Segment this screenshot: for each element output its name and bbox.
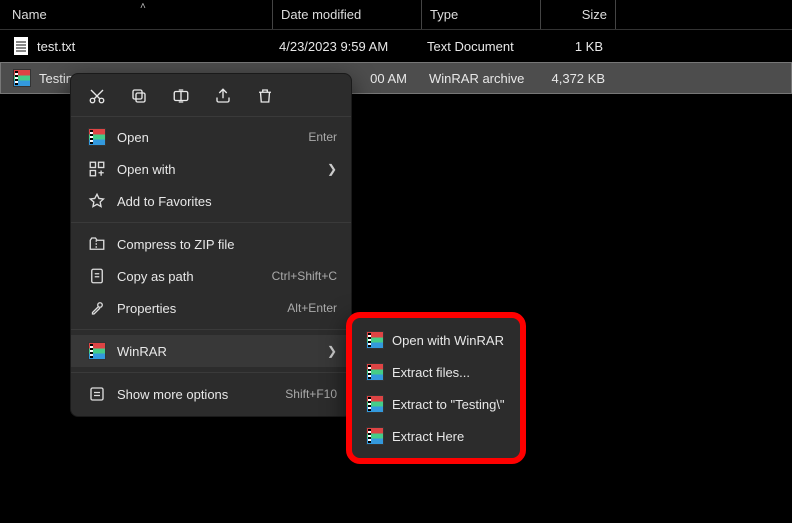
winrar-icon (88, 128, 106, 146)
menu-shortcut: Ctrl+Shift+C (272, 269, 337, 283)
menu-label: WinRAR (117, 344, 337, 359)
rename-icon[interactable] (171, 86, 191, 106)
winrar-icon (88, 342, 106, 360)
menu-shortcut: Alt+Enter (287, 301, 337, 315)
column-type[interactable]: Type (422, 3, 540, 26)
properties-icon (85, 299, 109, 317)
menu-label: Open (117, 130, 308, 145)
submenu-label: Extract to "Testing\" (392, 397, 508, 412)
winrar-icon (366, 395, 384, 413)
menu-shortcut: Enter (308, 130, 337, 144)
column-date-label: Date modified (281, 7, 361, 22)
menu-label: Add to Favorites (117, 194, 337, 209)
menu-separator (71, 329, 351, 330)
menu-item-open[interactable]: Open Enter (71, 121, 351, 153)
copy-path-icon (85, 267, 109, 285)
zip-folder-icon (85, 235, 109, 253)
chevron-right-icon: ❯ (327, 344, 337, 358)
delete-icon[interactable] (255, 86, 275, 106)
file-date: 4/23/2023 9:59 AM (271, 39, 419, 54)
menu-separator (71, 372, 351, 373)
column-name-label: Name (12, 7, 47, 22)
file-type: Text Document (419, 39, 537, 54)
column-name[interactable]: Name ˄ (0, 3, 272, 26)
star-icon (85, 192, 109, 210)
submenu-label: Extract Here (392, 429, 508, 444)
menu-item-more-options[interactable]: Show more options Shift+F10 (71, 378, 351, 410)
submenu-label: Open with WinRAR (392, 333, 508, 348)
column-size-label: Size (582, 7, 607, 22)
winrar-archive-icon (13, 69, 31, 87)
menu-item-zip[interactable]: Compress to ZIP file (71, 228, 351, 260)
action-icon-bar (71, 80, 351, 117)
winrar-icon (366, 427, 384, 445)
menu-label: Open with (117, 162, 337, 177)
winrar-icon (366, 363, 384, 381)
file-size: 1 KB (537, 39, 611, 54)
copy-icon[interactable] (129, 86, 149, 106)
text-file-icon (14, 37, 28, 55)
menu-item-properties[interactable]: Properties Alt+Enter (71, 292, 351, 324)
menu-shortcut: Shift+F10 (285, 387, 337, 401)
menu-label: Show more options (117, 387, 285, 402)
menu-label: Copy as path (117, 269, 272, 284)
winrar-submenu: Open with WinRAR Extract files... Extrac… (346, 312, 526, 464)
file-type: WinRAR archive (421, 71, 539, 86)
menu-item-winrar[interactable]: WinRAR ❯ (71, 335, 351, 367)
menu-label: Compress to ZIP file (117, 237, 337, 252)
submenu-label: Extract files... (392, 365, 508, 380)
column-header-row: Name ˄ Date modified Type Size (0, 0, 792, 30)
file-name: test.txt (37, 39, 271, 54)
cut-icon[interactable] (87, 86, 107, 106)
menu-label: Properties (117, 301, 287, 316)
file-size: 4,372 KB (539, 71, 613, 86)
winrar-icon (366, 331, 384, 349)
submenu-item-extract-files[interactable]: Extract files... (352, 356, 520, 388)
column-date[interactable]: Date modified (273, 3, 421, 26)
submenu-item-open-winrar[interactable]: Open with WinRAR (352, 324, 520, 356)
sort-indicator-icon: ˄ (140, 3, 146, 12)
column-divider[interactable] (615, 0, 616, 29)
submenu-item-extract-to[interactable]: Extract to "Testing\" (352, 388, 520, 420)
menu-item-favorites[interactable]: Add to Favorites (71, 185, 351, 217)
context-menu: Open Enter Open with ❯ Add to Favorites … (70, 73, 352, 417)
menu-item-copy-path[interactable]: Copy as path Ctrl+Shift+C (71, 260, 351, 292)
file-row[interactable]: test.txt 4/23/2023 9:59 AM Text Document… (0, 30, 792, 62)
share-icon[interactable] (213, 86, 233, 106)
column-type-label: Type (430, 7, 458, 22)
chevron-right-icon: ❯ (327, 162, 337, 176)
submenu-item-extract-here[interactable]: Extract Here (352, 420, 520, 452)
menu-item-open-with[interactable]: Open with ❯ (71, 153, 351, 185)
column-size[interactable]: Size (541, 3, 615, 26)
open-with-icon (85, 160, 109, 178)
menu-separator (71, 222, 351, 223)
more-options-icon (85, 385, 109, 403)
